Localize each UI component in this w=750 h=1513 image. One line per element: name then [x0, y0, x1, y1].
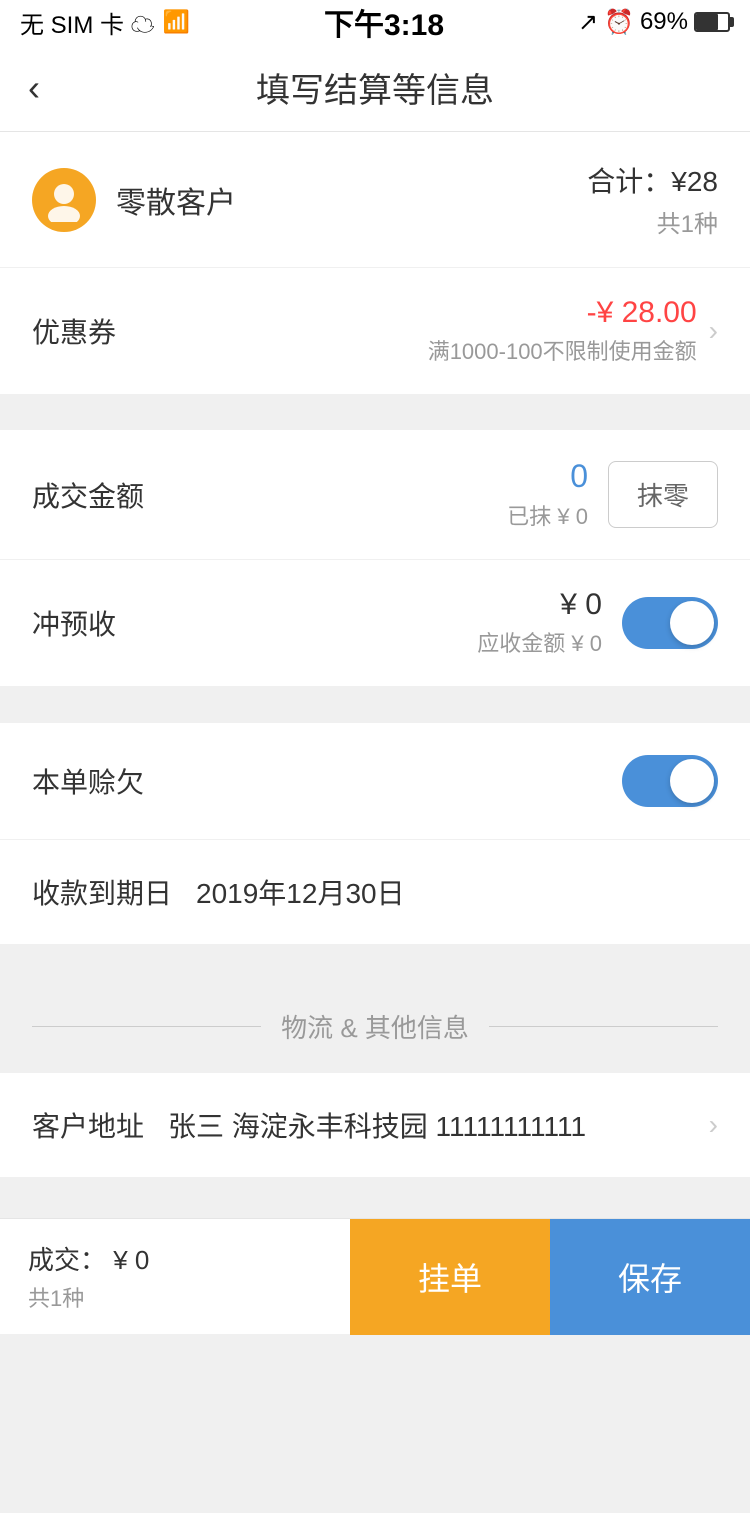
- coupon-label: 优惠券: [32, 311, 116, 351]
- transaction-amount-label: 成交金额: [32, 475, 144, 515]
- customer-name: 零散客户: [116, 178, 236, 222]
- logistics-line-right: [489, 1026, 718, 1027]
- due-date-value: 2019年12月30日: [196, 872, 405, 912]
- back-button[interactable]: ‹: [28, 67, 40, 109]
- coupon-row[interactable]: 优惠券 -¥ 28.00 满1000-100不限制使用金额 ›: [0, 267, 750, 394]
- coupon-amount: -¥ 28.00: [428, 296, 697, 330]
- battery-level: 69%: [640, 8, 688, 36]
- logistics-header: 物流 & 其他信息: [0, 980, 750, 1073]
- save-button[interactable]: 保存: [550, 1219, 750, 1335]
- address-card[interactable]: 客户地址 张三 海淀永丰科技园 11111111111 ›: [0, 1073, 750, 1177]
- due-date-label: 收款到期日: [32, 872, 172, 912]
- hold-order-button[interactable]: 挂单: [350, 1219, 550, 1335]
- credit-toggle-thumb: [670, 759, 714, 803]
- transaction-amount-sub: 已抹 ¥ 0: [507, 499, 588, 531]
- credit-row: 本单赊欠: [0, 723, 750, 839]
- page-title: 填写结算等信息: [256, 63, 494, 112]
- transaction-amount-value: 0: [507, 458, 588, 495]
- bottom-summary-title: 成交： ¥ 0: [28, 1240, 322, 1277]
- prepay-right: ¥ 0 应收金额 ¥ 0: [477, 588, 718, 658]
- prepay-label: 冲预收: [32, 603, 116, 643]
- prepay-toggle-thumb: [670, 601, 714, 645]
- status-time: 下午3:18: [324, 0, 444, 44]
- address-label: 客户地址: [32, 1105, 152, 1145]
- address-value: 张三 海淀永丰科技园 11111111111: [152, 1105, 709, 1145]
- credit-card: 本单赊欠 收款到期日 2019年12月30日: [0, 723, 750, 944]
- customer-avatar: [32, 168, 96, 232]
- coupon-desc: 满1000-100不限制使用金额: [428, 334, 697, 366]
- section-divider-2: [0, 703, 750, 723]
- customer-total: 合计：¥28: [587, 160, 718, 200]
- credit-toggle[interactable]: [622, 755, 718, 807]
- transaction-amount-right: 0 已抹 ¥ 0 抹零: [507, 458, 718, 531]
- chevron-right-icon: ›: [709, 315, 718, 347]
- bottom-summary-count: 共1种: [28, 1281, 322, 1313]
- logistics-line-left: [32, 1026, 261, 1027]
- bottom-bar: 成交： ¥ 0 共1种 挂单 保存: [0, 1218, 750, 1334]
- alarm-icon: ⏰: [604, 8, 634, 37]
- prepay-row: 冲预收 ¥ 0 应收金额 ¥ 0: [0, 560, 750, 687]
- prepay-toggle[interactable]: [622, 597, 718, 649]
- address-chevron-icon: ›: [709, 1109, 718, 1141]
- logistics-label: 物流 & 其他信息: [261, 1008, 489, 1045]
- address-row[interactable]: 客户地址 张三 海淀永丰科技园 11111111111 ›: [0, 1073, 750, 1177]
- section-divider-1: [0, 410, 750, 430]
- prepay-sub: 应收金额 ¥ 0: [477, 626, 602, 658]
- transaction-amount-value-group: 0 已抹 ¥ 0: [507, 458, 588, 531]
- battery-icon: [694, 12, 730, 32]
- customer-left: 零散客户: [32, 168, 236, 232]
- prepay-value: ¥ 0: [477, 588, 602, 622]
- coupon-info: -¥ 28.00 满1000-100不限制使用金额: [428, 296, 697, 366]
- prepay-value-group: ¥ 0 应收金额 ¥ 0: [477, 588, 602, 658]
- logistics-header-text: 物流 & 其他信息: [281, 1013, 469, 1043]
- bottom-summary: 成交： ¥ 0 共1种: [0, 1240, 350, 1313]
- transaction-card: 成交金额 0 已抹 ¥ 0 抹零 冲预收 ¥ 0 应收金额 ¥ 0: [0, 430, 750, 687]
- customer-right: 合计：¥28 共1种: [587, 160, 718, 239]
- status-left: 无 SIM 卡 ☁ 📶: [20, 5, 190, 40]
- coupon-right: -¥ 28.00 满1000-100不限制使用金额 ›: [428, 296, 718, 366]
- location-icon: ↗: [578, 8, 598, 37]
- transaction-amount-row: 成交金额 0 已抹 ¥ 0 抹零: [0, 430, 750, 560]
- nav-bar: ‹ 填写结算等信息: [0, 44, 750, 132]
- section-divider-3: [0, 960, 750, 980]
- customer-count: 共1种: [587, 204, 718, 239]
- due-date-row: 收款到期日 2019年12月30日: [0, 839, 750, 944]
- status-bar: 无 SIM 卡 ☁ 📶 下午3:18 ↗ ⏰ 69%: [0, 0, 750, 44]
- customer-row: 零散客户 合计：¥28 共1种: [0, 132, 750, 267]
- customer-card: 零散客户 合计：¥28 共1种 优惠券 -¥ 28.00 满1000-100不限…: [0, 132, 750, 394]
- sim-label: 无 SIM 卡 ☁: [20, 5, 155, 40]
- credit-label: 本单赊欠: [32, 761, 144, 801]
- status-right: ↗ ⏰ 69%: [578, 8, 730, 37]
- round-zero-button[interactable]: 抹零: [608, 461, 718, 528]
- wifi-icon: 📶: [163, 9, 190, 35]
